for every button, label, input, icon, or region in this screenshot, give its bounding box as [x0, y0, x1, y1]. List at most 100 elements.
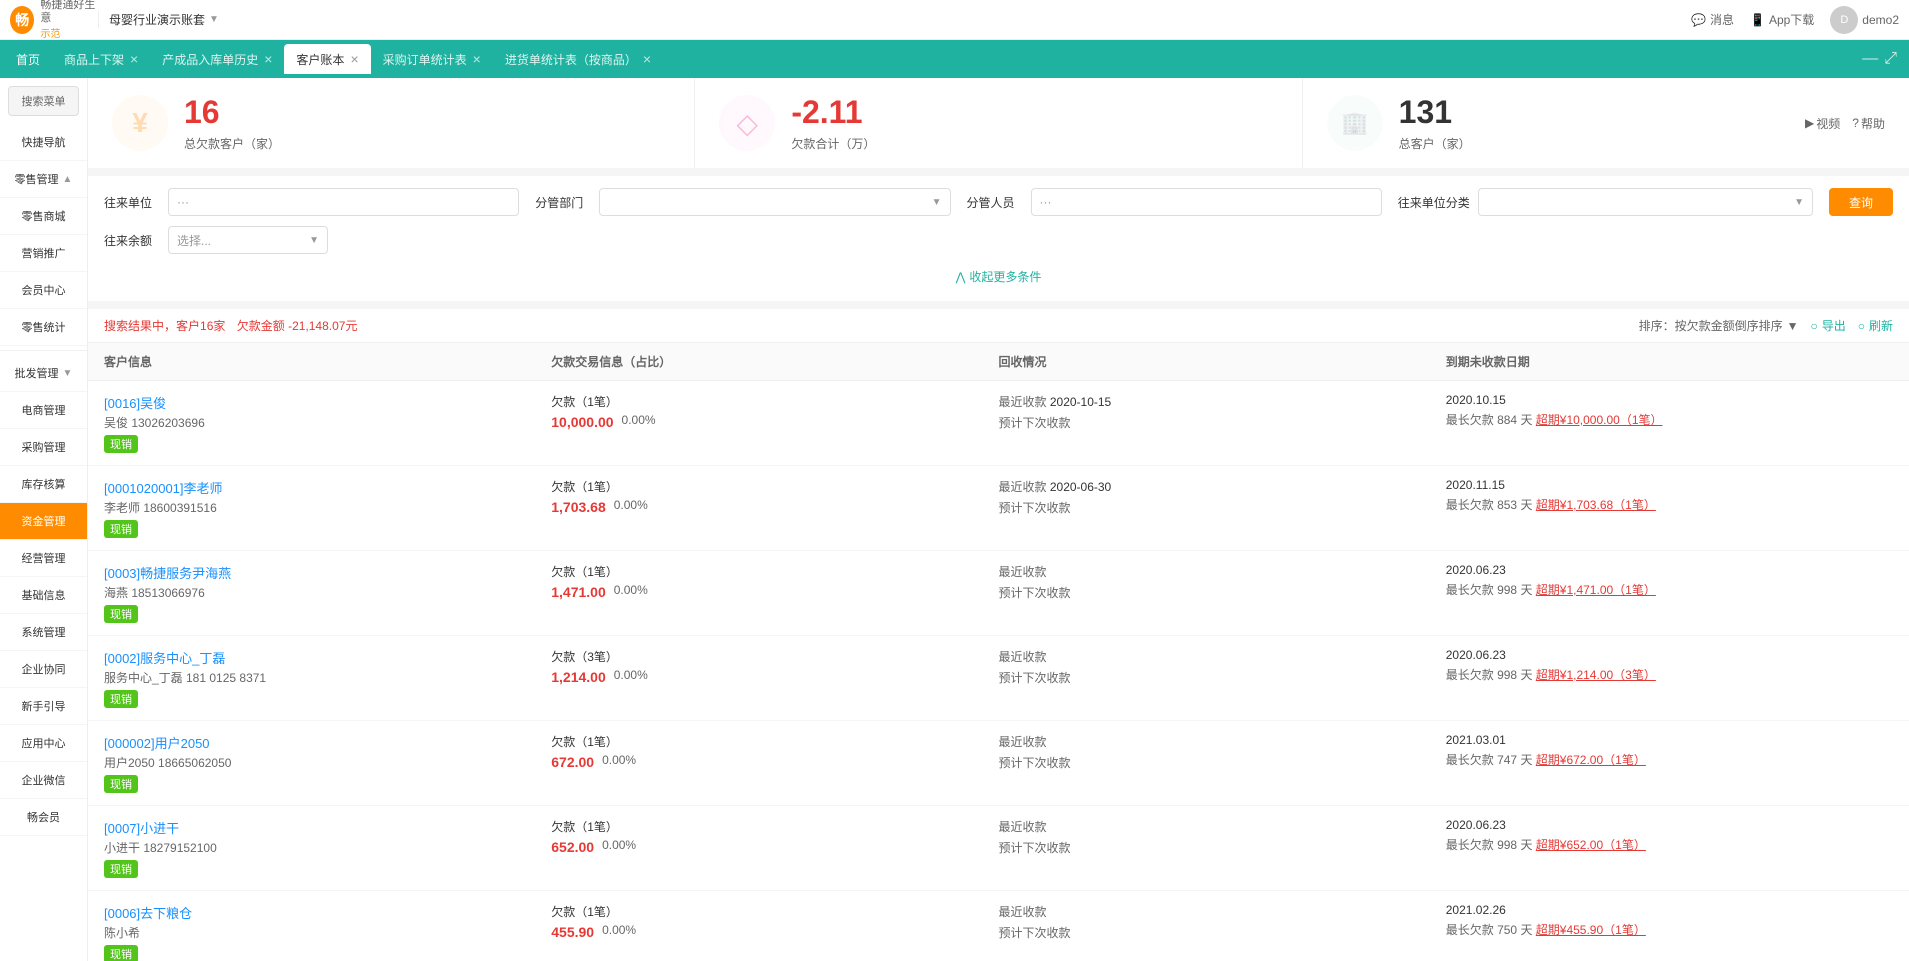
overdue-amount-link[interactable]: 超期¥455.90（1笔） [1536, 923, 1646, 937]
overdue-days: 最长欠款 747 天 超期¥672.00（1笔） [1446, 751, 1893, 768]
overdue-amount-link[interactable]: 超期¥652.00（1笔） [1536, 838, 1646, 852]
sidebar-item-kucun[interactable]: 库存核算 [0, 466, 87, 503]
tab-close-icon[interactable]: × [643, 51, 651, 67]
debt-percent: 0.00% [602, 923, 636, 937]
sort-selector[interactable]: 排序：按欠款金额倒序排序 ▼ [1639, 317, 1799, 334]
sidebar-item-qiye[interactable]: 企业协同 [0, 651, 87, 688]
debt-row: 10,000.00 0.00% [551, 410, 998, 430]
customer-phone: 小进干 18279152100 [104, 839, 551, 856]
sidebar-item-shangcheng[interactable]: 零售商城 [0, 198, 87, 235]
table-row: [0006]去下粮仓 陈小希 现销 欠款（1笔） 455.90 0.00% 最近… [88, 891, 1909, 961]
debt-count: 欠款（1笔） [551, 478, 998, 495]
col-due: 到期未收款日期 [1446, 353, 1893, 370]
tab-maximize-icon[interactable]: ⤢ [1884, 50, 1897, 68]
last-collection: 最近收款 2020-06-30 [999, 478, 1446, 495]
stat-label-amount: 欠款合计（万） [791, 135, 875, 152]
tab-shang-pin[interactable]: 商品上下架 × [52, 44, 150, 74]
overdue-days: 最长欠款 750 天 超期¥455.90（1笔） [1446, 921, 1893, 938]
chevron-icon: ▼ [63, 368, 73, 379]
tab-minimize-icon[interactable]: — [1862, 50, 1878, 68]
sidebar-item-caigou[interactable]: 采购管理 [0, 429, 87, 466]
sidebar-item-xinshou[interactable]: 新手引导 [0, 688, 87, 725]
next-collection: 预计下次收款 [999, 924, 1446, 941]
tab-close-icon[interactable]: × [264, 51, 272, 67]
filter-dept-select[interactable]: ▼ [599, 188, 950, 216]
stat-icon-diamond: ◇ [719, 95, 775, 151]
tab-home[interactable]: 首页 [4, 44, 52, 74]
store-selector[interactable]: 母婴行业演示账套 ▼ [98, 11, 229, 28]
app-download-button[interactable]: 📱 App下载 [1750, 11, 1814, 28]
tab-close-icon[interactable]: × [350, 51, 358, 67]
filter-unit: 往来单位 ··· [104, 188, 519, 216]
customer-name-link[interactable]: [000002]用户2050 [104, 736, 210, 751]
stat-card-customers: ¥ 16 总欠款客户（家） [88, 78, 695, 168]
tab-chan-pin[interactable]: 产成品入库单历史 × [150, 44, 284, 74]
query-button[interactable]: 查询 [1829, 188, 1893, 216]
sidebar-item-dianshang[interactable]: 电商管理 [0, 392, 87, 429]
stat-card1-info: 16 总欠款客户（家） [184, 94, 280, 152]
overdue-amount-link[interactable]: 超期¥672.00（1笔） [1536, 753, 1646, 767]
customer-name-link[interactable]: [0007]小进干 [104, 821, 179, 836]
customer-info-cell: [000002]用户2050 用户2050 18665062050 现销 [104, 733, 551, 793]
overdue-amount-link[interactable]: 超期¥1,214.00（3笔） [1536, 668, 1656, 682]
app-download-label: App下载 [1769, 11, 1814, 28]
filter-category-select[interactable]: ▼ [1478, 188, 1813, 216]
sidebar-item-huiyuan[interactable]: 会员中心 [0, 272, 87, 309]
debt-info-cell: 欠款（1笔） 455.90 0.00% [551, 903, 998, 940]
customer-name-link[interactable]: [0016]吴俊 [104, 396, 166, 411]
message-icon: 💬 [1691, 13, 1706, 27]
sidebar-item-lingshou[interactable]: 零售管理 ▲ [0, 161, 87, 198]
sidebar-item-pifa[interactable]: 批发管理 ▼ [0, 355, 87, 392]
filter-unit-input[interactable]: ··· [168, 188, 519, 216]
stats-row: ¥ 16 总欠款客户（家） ◇ -2.11 欠款合计（万） 🏢 131 总客户（… [88, 78, 1909, 168]
collapse-label: 收起更多条件 [969, 268, 1041, 285]
customer-name-link[interactable]: [0002]服务中心_丁磊 [104, 651, 225, 666]
debt-info-cell: 欠款（1笔） 1,703.68 0.00% [551, 478, 998, 515]
col-debt: 欠款交易信息（占比） [551, 353, 998, 370]
chevron-up-icon: ⋀ [956, 270, 966, 284]
export-button[interactable]: ○ 导出 [1810, 317, 1845, 334]
due-date: 2020.06.23 [1446, 648, 1893, 662]
video-button[interactable]: ▶ 视频 [1805, 115, 1840, 132]
refresh-button[interactable]: ○ 刷新 [1858, 317, 1893, 334]
filter-person-input[interactable]: ··· [1031, 188, 1382, 216]
overdue-amount-link[interactable]: 超期¥1,471.00（1笔） [1536, 583, 1656, 597]
top-bar: 畅 畅捷通好生意 示范 母婴行业演示账套 ▼ 💬 消息 📱 App下载 D de… [0, 0, 1909, 40]
customer-name-link[interactable]: [0001020001]李老师 [104, 481, 223, 496]
user-button[interactable]: D demo2 [1830, 6, 1899, 34]
customer-info-cell: [0006]去下粮仓 陈小希 现销 [104, 903, 551, 961]
sidebar-item-weixin[interactable]: 企业微信 [0, 762, 87, 799]
stat-label-customers: 总欠款客户（家） [184, 135, 280, 152]
export-icon: ○ [1810, 319, 1817, 333]
sidebar-item-changhui[interactable]: 畅会员 [0, 799, 87, 836]
tab-close-icon[interactable]: × [130, 51, 138, 67]
tab-purchase-stats[interactable]: 进货单统计表（按商品） × [493, 44, 663, 74]
tab-customer-account[interactable]: 客户账本 × [284, 44, 370, 74]
sidebar-item-jichuxinxi[interactable]: 基础信息 [0, 577, 87, 614]
sidebar-item-kuaijie[interactable]: 快捷导航 [0, 124, 87, 161]
sidebar-item-lingshou-stats[interactable]: 零售统计 [0, 309, 87, 346]
overdue-amount-link[interactable]: 超期¥10,000.00（1笔） [1536, 413, 1663, 427]
debt-amount: 652.00 [551, 839, 594, 855]
customer-name-link[interactable]: [0006]去下粮仓 [104, 906, 192, 921]
collapse-button[interactable]: ⋀ 收起更多条件 [104, 264, 1893, 289]
help-button[interactable]: ? 帮助 [1852, 115, 1885, 132]
sidebar-item-xitong[interactable]: 系统管理 [0, 614, 87, 651]
filter-balance-select[interactable]: 选择... ▼ [168, 226, 328, 254]
tab-close-icon[interactable]: × [473, 51, 481, 67]
debt-percent: 0.00% [614, 668, 648, 682]
sidebar-item-jingying[interactable]: 经营管理 [0, 540, 87, 577]
collection-cell: 最近收款 2020-06-30 预计下次收款 [999, 478, 1446, 516]
sidebar-item-yingyong[interactable]: 应用中心 [0, 725, 87, 762]
overdue-amount-link[interactable]: 超期¥1,703.68（1笔） [1536, 498, 1656, 512]
customer-name-link[interactable]: [0003]畅捷服务尹海燕 [104, 566, 231, 581]
sidebar-item-zijin[interactable]: 资金管理 [0, 503, 87, 540]
results-text: 搜索结果中，客户16家 [104, 319, 225, 333]
tab-purchase-order[interactable]: 采购订单统计表 × [371, 44, 493, 74]
sidebar-item-yingxiao[interactable]: 营销推广 [0, 235, 87, 272]
message-button[interactable]: 💬 消息 [1691, 11, 1734, 28]
tab-label: 商品上下架 [64, 51, 124, 68]
sidebar-search-button[interactable]: 搜索菜单 [8, 86, 79, 116]
table-row: [0003]畅捷服务尹海燕 海燕 18513066976 现销 欠款（1笔） 1… [88, 551, 1909, 636]
tab-label: 采购订单统计表 [383, 51, 467, 68]
